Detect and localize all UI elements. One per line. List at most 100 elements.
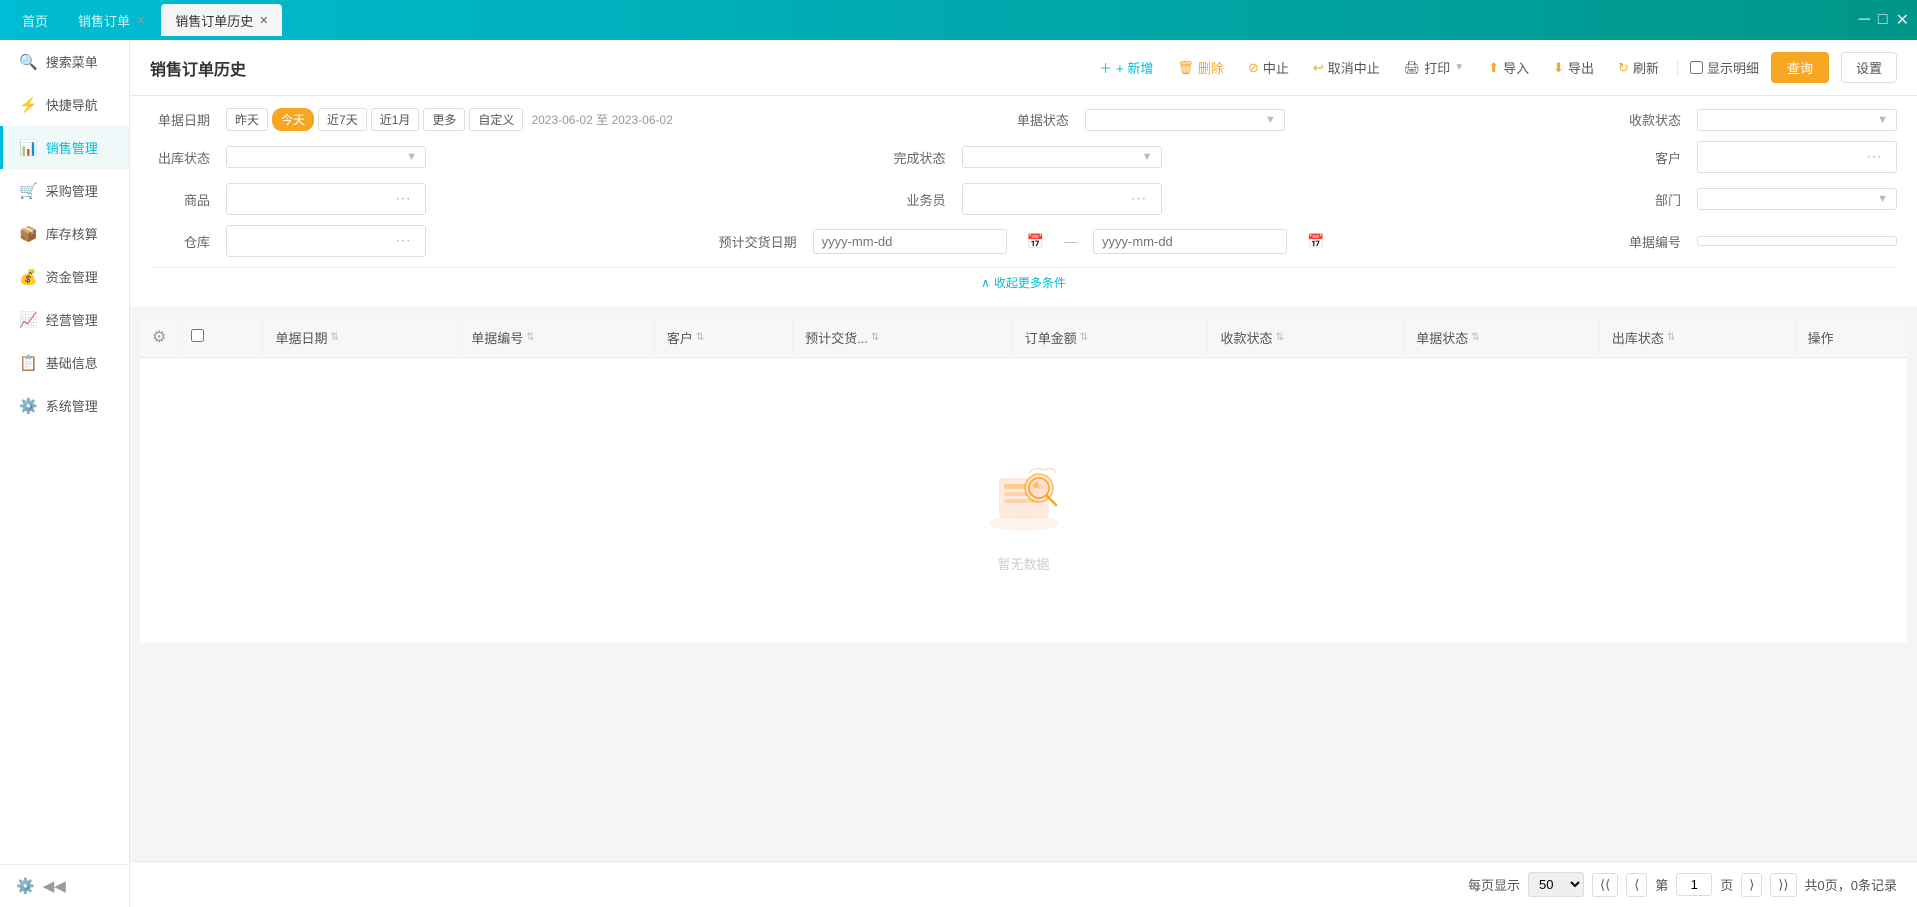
dept-select[interactable]: ▼ <box>1697 188 1897 210</box>
last-page-button[interactable]: ⟩⟩ <box>1770 873 1796 897</box>
bill-status-select[interactable]: ▼ <box>1085 109 1285 131</box>
tab-sales-order-close[interactable]: ✕ <box>136 14 145 27</box>
sidebar-collapse-icon[interactable]: ◀◀ <box>43 877 66 895</box>
import-label: 导入 <box>1503 58 1529 77</box>
page-size-label: 每页显示 <box>1468 875 1520 894</box>
delivery-date-end[interactable] <box>1093 229 1287 254</box>
goods-more-icon[interactable]: ··· <box>389 188 417 210</box>
settings-button[interactable]: 设置 <box>1841 52 1897 83</box>
sort-customer-icon[interactable]: ⇅ <box>696 332 704 343</box>
collapse-up-icon: ∧ <box>981 276 990 290</box>
sidebar-settings-icon[interactable]: ⚙️ <box>16 877 35 895</box>
display-detail-label: 显示明细 <box>1707 58 1759 77</box>
date-btn-7days[interactable]: 近7天 <box>318 108 367 131</box>
display-detail-check[interactable] <box>1690 61 1703 74</box>
window-controls: ─ □ ✕ <box>1859 10 1909 30</box>
toolbar: ＋ + 新增 🗑 删除 ⊘ 中止 ↩ 取消中止 <box>1093 52 1897 83</box>
sidebar-item-purchase-mgmt[interactable]: 🛒 采购管理 <box>0 169 129 212</box>
minimize-icon[interactable]: ─ <box>1859 11 1870 29</box>
table-container: ⚙ 单据日期 ⇅ 单据编号 <box>130 307 1917 861</box>
bill-status-label: 单据状态 <box>1009 110 1069 129</box>
date-btn-today[interactable]: 今天 <box>272 108 314 131</box>
next-page-button[interactable]: ⟩ <box>1741 873 1762 897</box>
customer-more-icon[interactable]: ··· <box>1860 146 1888 168</box>
sidebar-item-quick-nav-label: 快捷导航 <box>46 95 98 114</box>
complete-status-chevron-icon: ▼ <box>1142 151 1153 163</box>
query-button[interactable]: 查询 <box>1771 52 1829 83</box>
export-icon: ⬇ <box>1553 60 1564 76</box>
bill-number-label: 单据编号 <box>1621 232 1681 251</box>
tab-sales-order-history-close[interactable]: ✕ <box>259 14 268 27</box>
payment-status-select[interactable]: ▼ <box>1697 109 1897 131</box>
cancel-stop-button[interactable]: ↩ 取消中止 <box>1307 54 1386 81</box>
stop-icon: ⊘ <box>1248 60 1259 76</box>
sidebar-item-quick-nav[interactable]: ⚡ 快捷导航 <box>0 83 129 126</box>
collapse-bar[interactable]: ∧ 收起更多条件 <box>150 267 1897 295</box>
maximize-icon[interactable]: □ <box>1878 11 1888 29</box>
tab-home[interactable]: 首页 <box>8 4 62 36</box>
tab-sales-order-history[interactable]: 销售订单历史 ✕ <box>161 4 282 36</box>
basic-info-icon: 📋 <box>19 354 38 372</box>
complete-status-select[interactable]: ▼ <box>962 146 1162 168</box>
cancel-stop-icon: ↩ <box>1313 60 1324 76</box>
tab-sales-order[interactable]: 销售订单 ✕ <box>64 4 159 36</box>
display-detail-checkbox[interactable]: 显示明细 <box>1690 58 1759 77</box>
salesperson-label: 业务员 <box>886 190 946 209</box>
print-icon: 🖨 <box>1404 60 1421 76</box>
sort-number-icon[interactable]: ⇅ <box>526 332 534 343</box>
sidebar-item-basic-info[interactable]: 📋 基础信息 <box>0 341 129 384</box>
date-btn-yesterday[interactable]: 昨天 <box>226 108 268 131</box>
date-btn-custom[interactable]: 自定义 <box>469 108 523 131</box>
delete-button[interactable]: 🗑 删除 <box>1171 54 1230 81</box>
import-button[interactable]: ⬆ 导入 <box>1482 54 1535 81</box>
empty-state-cell: 暂无数据 <box>140 358 1907 644</box>
page-number-input[interactable] <box>1676 873 1712 896</box>
sort-outbound-icon[interactable]: ⇅ <box>1667 332 1675 343</box>
salesperson-more-icon[interactable]: ··· <box>1125 188 1153 210</box>
customer-label: 客户 <box>1621 148 1681 167</box>
th-customer: 客户 ⇅ <box>654 317 792 358</box>
prev-page-button[interactable]: ⟨ <box>1626 873 1647 897</box>
delivery-date-start[interactable] <box>813 229 1007 254</box>
new-label: + 新增 <box>1116 58 1153 77</box>
table-settings-icon[interactable]: ⚙ <box>152 329 166 346</box>
sidebar-item-inventory[interactable]: 📦 库存核算 <box>0 212 129 255</box>
sort-amount-icon[interactable]: ⇅ <box>1080 332 1088 343</box>
sort-bill-icon[interactable]: ⇅ <box>1471 332 1479 343</box>
warehouse-more-icon[interactable]: ··· <box>389 230 417 252</box>
payment-status-label: 收款状态 <box>1621 110 1681 129</box>
sort-payment-icon[interactable]: ⇅ <box>1275 332 1283 343</box>
capital-icon: 💰 <box>19 268 38 286</box>
sort-date-icon[interactable]: ⇅ <box>330 332 338 343</box>
print-button[interactable]: 🖨 打印 ▼ <box>1398 54 1470 81</box>
cancel-stop-label: 取消中止 <box>1328 58 1380 77</box>
sidebar-item-search-menu[interactable]: 🔍 搜索菜单 <box>0 40 129 83</box>
stop-button[interactable]: ⊘ 中止 <box>1242 54 1295 81</box>
new-button[interactable]: ＋ + 新增 <box>1093 54 1159 81</box>
bill-number-input[interactable] <box>1697 236 1897 246</box>
th-payment-status: 收款状态 ⇅ <box>1208 317 1404 358</box>
sidebar-item-system[interactable]: ⚙️ 系统管理 <box>0 384 129 427</box>
page-size-select[interactable]: 50 10 20 100 <box>1528 872 1584 897</box>
refresh-button[interactable]: ↻ 刷新 <box>1612 54 1665 81</box>
date-btn-1month[interactable]: 近1月 <box>371 108 420 131</box>
sidebar-item-sales-mgmt[interactable]: 📊 销售管理 <box>0 126 129 169</box>
date-filter-label: 单据日期 <box>150 110 210 129</box>
collapse-label: 收起更多条件 <box>994 274 1066 291</box>
select-all-checkbox[interactable] <box>191 329 204 342</box>
calendar-start-icon[interactable]: 📅 <box>1023 233 1048 250</box>
sidebar: 🔍 搜索菜单 ⚡ 快捷导航 📊 销售管理 🛒 采购管理 📦 库存核算 💰 资金管… <box>0 40 130 907</box>
sort-delivery-icon[interactable]: ⇅ <box>871 332 879 343</box>
close-window-icon[interactable]: ✕ <box>1896 10 1909 30</box>
sidebar-item-capital[interactable]: 💰 资金管理 <box>0 255 129 298</box>
purchase-mgmt-icon: 🛒 <box>19 182 38 200</box>
date-btn-more[interactable]: 更多 <box>423 108 465 131</box>
sidebar-item-basic-info-label: 基础信息 <box>46 353 98 372</box>
first-page-button[interactable]: ⟨⟨ <box>1592 873 1618 897</box>
export-button[interactable]: ⬇ 导出 <box>1547 54 1600 81</box>
inventory-icon: 📦 <box>19 225 38 243</box>
th-delivery-date: 预计交货... ⇅ <box>793 317 1013 358</box>
sidebar-item-operations[interactable]: 📈 经营管理 <box>0 298 129 341</box>
calendar-end-icon[interactable]: 📅 <box>1303 233 1328 250</box>
outbound-status-select[interactable]: ▼ <box>226 146 426 168</box>
